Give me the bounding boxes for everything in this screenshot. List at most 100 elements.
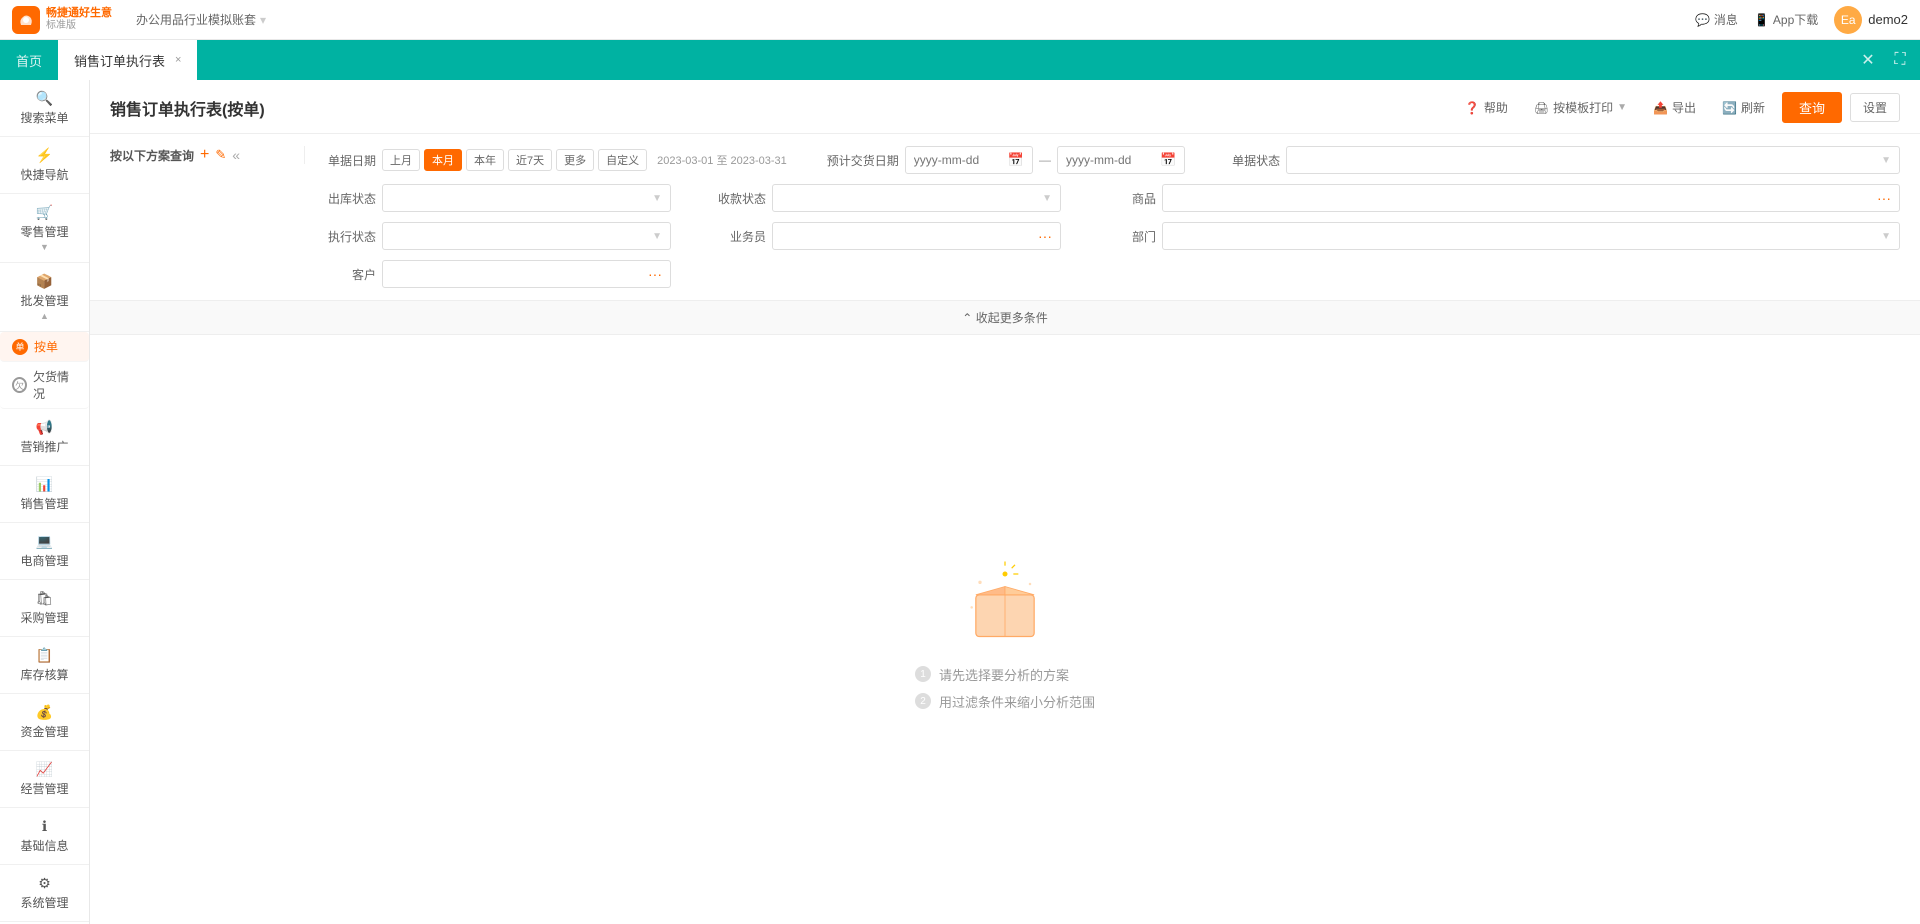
sidebar-item-marketing[interactable]: 📢 营销推广 <box>0 409 89 466</box>
salesman-label: 业务员 <box>711 228 766 245</box>
date-this-month[interactable]: 本月 <box>424 149 462 171</box>
exec-arrow-icon: ▼ <box>652 231 662 242</box>
sidebar-item-search[interactable]: 🔍 搜索菜单 <box>0 80 89 137</box>
payment-arrow-icon: ▼ <box>1042 193 1052 204</box>
goods-label: 商品 <box>1101 190 1156 207</box>
collapse-text: ⌃ 收起更多条件 <box>962 311 1047 325</box>
forecast-end-input[interactable] <box>1066 153 1156 167</box>
sidebar-item-ecommerce[interactable]: 💻 电商管理 <box>0 523 89 580</box>
goods-more-icon[interactable]: ··· <box>1877 190 1891 206</box>
tab-close-icon[interactable]: × <box>175 54 181 66</box>
empty-illustration <box>955 549 1055 649</box>
app-download-btn[interactable]: 📱 App下载 <box>1754 11 1818 28</box>
sidebar-label-wholesale: 批发管理 <box>20 292 68 309</box>
header-left: 畅捷通好生意 标准版 办公用品行业模拟账套 ▾ <box>12 6 266 34</box>
goods-select[interactable]: ··· <box>1162 184 1900 212</box>
status-arrow-icon: ▼ <box>1881 155 1891 166</box>
date-more[interactable]: 更多 <box>556 149 594 171</box>
status-select[interactable]: ▼ <box>1286 146 1900 174</box>
breadcrumb: 办公用品行业模拟账套 ▾ <box>136 11 266 28</box>
query-btn[interactable]: 查询 <box>1782 92 1842 123</box>
inventory-icon: 📋 <box>36 647 53 664</box>
dept-select[interactable]: ▼ <box>1162 222 1900 250</box>
date-quick-btns: 上月 本月 本年 近7天 更多 自定义 <box>382 149 647 171</box>
sidebar-item-quick-nav[interactable]: ⚡ 快捷导航 <box>0 137 89 194</box>
empty-tip-2: 2 用过滤条件来缩小分析范围 <box>915 692 1095 711</box>
sidebar-item-system[interactable]: ⚙ 系统管理 <box>0 865 89 922</box>
refresh-icon: 🔄 <box>1722 101 1737 115</box>
page-header: 销售订单执行表(按单) ❓ 帮助 🖨 按模板打印 ▼ 📤 导出 <box>90 80 1920 134</box>
sidebar-label-search: 搜索菜单 <box>20 109 68 126</box>
search-icon: 🔍 <box>36 90 53 107</box>
date-sep: — <box>1039 153 1051 167</box>
logo-icon <box>12 6 40 34</box>
settings-btn[interactable]: 设置 <box>1850 93 1900 122</box>
sidebar-label-purchase: 采购管理 <box>20 609 68 626</box>
calendar-icon-1: 📅 <box>1008 152 1024 168</box>
tab-sales-order[interactable]: 销售订单执行表 × <box>58 40 197 80</box>
scheme-collapse-btn[interactable]: « <box>232 147 240 163</box>
scheme-query-label: 按以下方案查询 <box>110 147 194 164</box>
help-btn[interactable]: ❓ 帮助 <box>1456 94 1517 121</box>
exec-label: 执行状态 <box>321 228 376 245</box>
scheme-edit-btn[interactable]: ✎ <box>215 147 226 163</box>
retail-icon: 🛒 <box>36 204 53 221</box>
sidebar-item-sales[interactable]: 📊 销售管理 <box>0 466 89 523</box>
print-btn[interactable]: 🖨 按模板打印 ▼ <box>1525 94 1636 121</box>
outbound-select[interactable]: ▼ <box>382 184 671 212</box>
sidebar-item-wholesale[interactable]: 📦 批发管理 ▲ <box>0 263 89 332</box>
forecast-start-input[interactable] <box>914 153 1004 167</box>
outbound-label: 出库状态 <box>321 190 376 207</box>
empty-tip-1: 1 请先选择要分析的方案 <box>915 665 1095 684</box>
message-btn[interactable]: 💬 消息 <box>1695 11 1738 28</box>
print-arrow-icon: ▼ <box>1617 102 1627 113</box>
sidebar-sub-order[interactable]: 单 按单 <box>0 332 89 362</box>
sidebar-item-retail[interactable]: 🛒 零售管理 ▼ <box>0 194 89 263</box>
salesman-select[interactable]: ··· <box>772 222 1061 250</box>
date-label: 单据日期 <box>321 152 376 169</box>
help-icon: ❓ <box>1465 101 1480 115</box>
customer-select[interactable]: ··· <box>382 260 671 288</box>
tip-num-2: 2 <box>915 693 931 709</box>
user-area[interactable]: Ea demo2 <box>1834 6 1908 34</box>
logo-text: 畅捷通好生意 标准版 <box>46 7 112 32</box>
window-maximize-btn[interactable]: ⛶ <box>1888 48 1912 72</box>
forecast-date-start[interactable]: 📅 <box>905 146 1033 174</box>
nav-tabs: 首页 销售订单执行表 × ✕ ⛶ <box>0 40 1920 80</box>
date-last-month[interactable]: 上月 <box>382 149 420 171</box>
date-custom[interactable]: 自定义 <box>598 149 647 171</box>
sidebar-sub-debt[interactable]: 欠 欠货情况 <box>0 362 89 409</box>
export-icon: 📤 <box>1653 101 1668 115</box>
customer-more-icon[interactable]: ··· <box>648 266 662 282</box>
nav-tabs-right: ✕ ⛶ <box>1856 48 1920 72</box>
marketing-icon: 📢 <box>36 419 53 436</box>
payment-select[interactable]: ▼ <box>772 184 1061 212</box>
exec-select[interactable]: ▼ <box>382 222 671 250</box>
logo-area: 畅捷通好生意 标准版 <box>12 6 112 34</box>
date-this-year[interactable]: 本年 <box>466 149 504 171</box>
scheme-add-btn[interactable]: + <box>200 146 209 164</box>
salesman-more-icon[interactable]: ··· <box>1038 228 1052 244</box>
export-btn[interactable]: 📤 导出 <box>1644 94 1705 121</box>
collapse-bar[interactable]: ⌃ 收起更多条件 <box>90 301 1920 335</box>
sidebar-item-purchase[interactable]: 🛍 采购管理 <box>0 580 89 637</box>
date-range-display: 2023-03-01 至 2023-03-31 <box>657 152 787 168</box>
sidebar-item-basic[interactable]: ℹ 基础信息 <box>0 808 89 865</box>
sidebar-item-operation[interactable]: 📈 经营管理 <box>0 751 89 808</box>
page-title: 销售订单执行表(按单) <box>110 96 265 120</box>
window-close-btn[interactable]: ✕ <box>1856 48 1880 72</box>
top-header: 畅捷通好生意 标准版 办公用品行业模拟账套 ▾ 💬 消息 📱 App下载 Ea … <box>0 0 1920 40</box>
download-icon: 📱 <box>1754 13 1769 27</box>
quicknav-icon: ⚡ <box>36 147 53 164</box>
order-dot: 单 <box>12 339 28 355</box>
wholesale-icon: 📦 <box>36 273 53 290</box>
refresh-btn[interactable]: 🔄 刷新 <box>1713 94 1774 121</box>
sidebar-item-inventory[interactable]: 📋 库存核算 <box>0 637 89 694</box>
tab-home[interactable]: 首页 <box>0 40 58 80</box>
customer-label: 客户 <box>321 266 376 283</box>
breadcrumb-arrow[interactable]: ▾ <box>260 13 266 27</box>
sidebar-item-finance[interactable]: 💰 资金管理 <box>0 694 89 751</box>
forecast-date-end[interactable]: 📅 <box>1057 146 1185 174</box>
date-7days[interactable]: 近7天 <box>508 149 552 171</box>
avatar: Ea <box>1834 6 1862 34</box>
